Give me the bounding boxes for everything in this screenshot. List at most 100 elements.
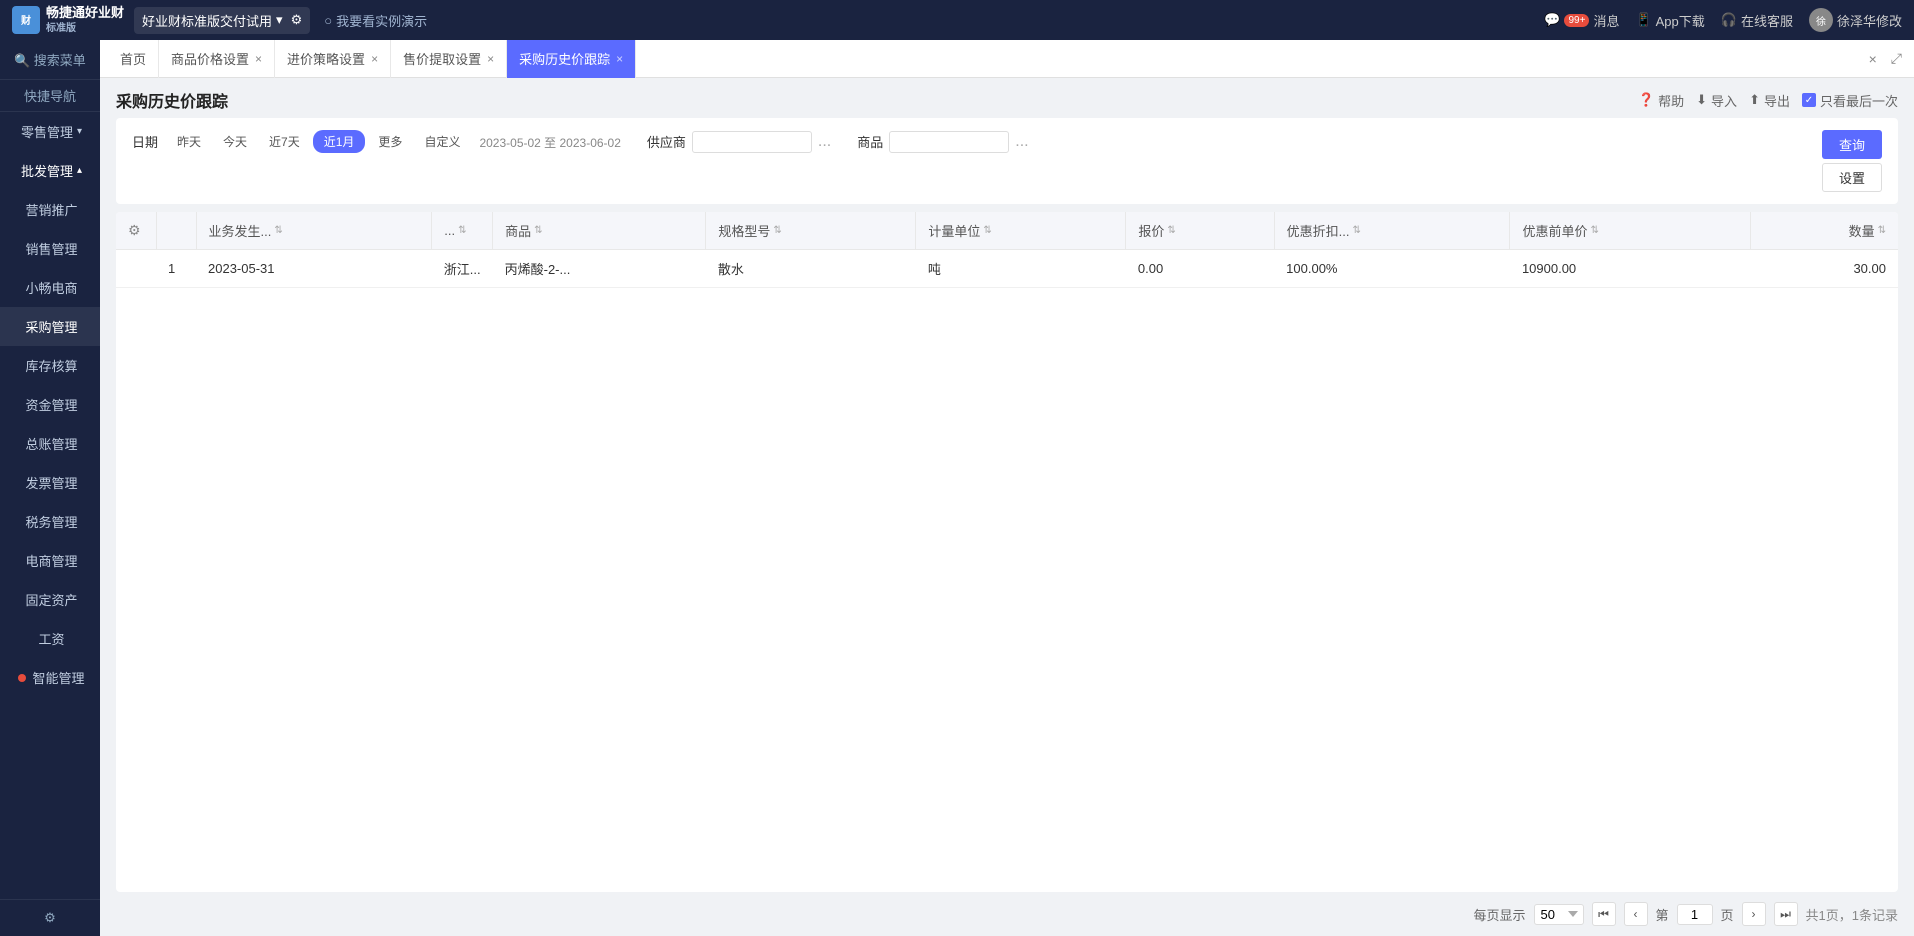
sidebar-item-finance[interactable]: 资金管理 [0,385,100,424]
query-button[interactable]: 查询 [1822,130,1882,159]
filter-btn-last7[interactable]: 近7天 [260,130,309,153]
topbar: 财 畅捷通好业财 标准版 好业财标准版交付试用 ▾ ⚙ ○ 我要看实例演示 💬 … [0,0,1914,40]
app-download-button[interactable]: 📱 App下载 [1635,11,1704,30]
col-settings: ⚙ [116,212,156,250]
tab-price-settings[interactable]: 商品价格设置 × [159,40,275,78]
per-page-select[interactable]: 50 10 20 100 [1534,904,1584,925]
search-icon: 🔍 [14,53,30,68]
col-seq [156,212,196,250]
close-tab-button[interactable]: × [1865,49,1881,69]
close-icon[interactable]: × [255,52,262,66]
filter-date-range: 2023-05-02 至 2023-06-02 [479,134,620,151]
tab-strategy-settings[interactable]: 进价策略设置 × [275,40,391,78]
sidebar-item-retail[interactable]: 零售管理 ▾ [0,112,100,151]
demo-icon: ○ [324,13,332,28]
cell-spec: 散水 [706,250,916,288]
export-button[interactable]: ⬆ 导出 [1749,91,1790,110]
col-dots[interactable]: ...⇅ [432,212,493,250]
export-icon: ⬆ [1749,92,1760,108]
product-dots[interactable]: ... [1015,133,1028,151]
tab-history-price[interactable]: 采购历史价跟踪 × [507,40,636,78]
sidebar-item-ecommerce-small[interactable]: 小畅电商 [0,268,100,307]
filter-product-label: 商品 [857,132,883,151]
filter-btn-more[interactable]: 更多 [369,130,411,153]
sidebar-quicknav[interactable]: 快捷导航 [0,80,100,112]
tab-home[interactable]: 首页 [108,40,159,78]
sidebar-item-wholesale[interactable]: 批发管理 ▴ [0,151,100,190]
gear-icon[interactable]: ⚙ [128,222,141,238]
col-discount[interactable]: 优惠折扣...⇅ [1274,212,1510,250]
filter-btn-last1m[interactable]: 近1月 [313,130,366,153]
headset-icon: 🎧 [1721,12,1737,28]
expand-tab-button[interactable]: ⤢ [1887,48,1906,69]
sidebar-item-smart[interactable]: 智能管理 [0,658,100,697]
chevron-down-icon: ▾ [276,12,283,28]
topbar-right: 💬 99+ 消息 📱 App下载 🎧 在线客服 徐 徐泽华修改 [1544,8,1902,32]
online-service-button[interactable]: 🎧 在线客服 [1721,11,1793,30]
first-page-button[interactable]: ⏮ [1592,902,1616,926]
col-product[interactable]: 商品⇅ [493,212,706,250]
close-icon[interactable]: × [616,52,623,66]
version-selector[interactable]: 好业财标准版交付试用 ▾ ⚙ [134,7,310,34]
page-header: 采购历史价跟踪 ❓ 帮助 ⬇ 导入 ⬆ 导出 ✓ 只看最后一次 [100,78,1914,118]
help-button[interactable]: ❓ 帮助 [1638,91,1684,110]
chevron-icon: ▾ [77,126,82,137]
col-quote[interactable]: 报价⇅ [1126,212,1274,250]
page-input[interactable] [1677,904,1713,925]
sidebar-item-payroll[interactable]: 工资 [0,619,100,658]
supplier-dots[interactable]: ... [818,133,831,151]
filter-btn-custom[interactable]: 自定义 [415,130,469,153]
cell-seq: 1 [156,250,196,288]
chevron-icon: ▴ [77,165,82,176]
cell-supplier: 浙江... [432,250,493,288]
user-menu-button[interactable]: 徐 徐泽华修改 [1809,8,1902,32]
filter-product-input[interactable] [889,131,1009,153]
col-pre-discount-price[interactable]: 优惠前单价⇅ [1510,212,1751,250]
sidebar-item-general-ledger[interactable]: 总账管理 [0,424,100,463]
table-row: 1 2023-05-31 浙江... 丙烯酸-2-... 散水 吨 0.00 1… [116,250,1898,288]
filter-btn-yesterday[interactable]: 昨天 [168,130,210,153]
next-page-button[interactable]: › [1742,902,1766,926]
per-page-label: 每页显示 [1473,905,1525,924]
close-icon[interactable]: × [487,52,494,66]
col-quantity[interactable]: 数量⇅ [1751,212,1898,250]
close-icon[interactable]: × [371,52,378,66]
checkbox-icon: ✓ [1802,93,1816,107]
filter-btn-today[interactable]: 今天 [214,130,256,153]
sidebar-settings-button[interactable]: ⚙ [0,899,100,936]
sort-icon: ⇅ [534,225,542,236]
page-unit-label: 页 [1721,905,1734,924]
sidebar-item-inventory[interactable]: 库存核算 [0,346,100,385]
sidebar-item-marketing[interactable]: 营销推广 [0,190,100,229]
col-biz-date[interactable]: 业务发生...⇅ [196,212,432,250]
sidebar-item-invoice[interactable]: 发票管理 [0,463,100,502]
logo-text: 畅捷通好业财 标准版 [46,5,124,35]
filter-supplier-input[interactable] [692,131,812,153]
tab-controls: × ⤢ [1865,48,1906,69]
tab-sale-price-settings[interactable]: 售价提取设置 × [391,40,507,78]
import-button[interactable]: ⬇ 导入 [1696,91,1737,110]
cell-biz-date: 2023-05-31 [196,250,432,288]
sidebar-item-fixed-assets[interactable]: 固定资产 [0,580,100,619]
sidebar-item-ecommerce[interactable]: 电商管理 [0,541,100,580]
demo-link[interactable]: ○ 我要看实例演示 [324,11,427,30]
filter-row: 日期 昨天 今天 近7天 近1月 更多 自定义 2023-05-02 至 202… [132,130,1806,153]
dot-icon [18,674,26,682]
prev-page-button[interactable]: ‹ [1624,902,1648,926]
sidebar-item-purchase[interactable]: 采购管理 [0,307,100,346]
last-page-button[interactable]: ⏭ [1774,902,1798,926]
filter-actions: 查询 设置 [1822,130,1882,192]
sort-icon: ⇅ [1353,225,1361,236]
sort-icon: ⇅ [1878,225,1886,236]
col-spec[interactable]: 规格型号⇅ [706,212,916,250]
setting-button[interactable]: 设置 [1822,163,1882,192]
sidebar-item-tax[interactable]: 税务管理 [0,502,100,541]
last-only-checkbox-label[interactable]: ✓ 只看最后一次 [1802,91,1898,110]
message-button[interactable]: 💬 99+ 消息 [1544,11,1619,30]
col-unit[interactable]: 计量单位⇅ [916,212,1126,250]
content-area: 首页 商品价格设置 × 进价策略设置 × 售价提取设置 × 采购历史价跟踪 × … [100,40,1914,936]
filter-date-group: 昨天 今天 近7天 近1月 更多 自定义 [168,130,469,153]
main-layout: 🔍 搜索菜单 快捷导航 零售管理 ▾ 批发管理 ▴ 营销推广 销售管理 小畅电商… [0,40,1914,936]
sidebar-search[interactable]: 🔍 搜索菜单 [0,40,100,80]
sidebar-item-sales[interactable]: 销售管理 [0,229,100,268]
